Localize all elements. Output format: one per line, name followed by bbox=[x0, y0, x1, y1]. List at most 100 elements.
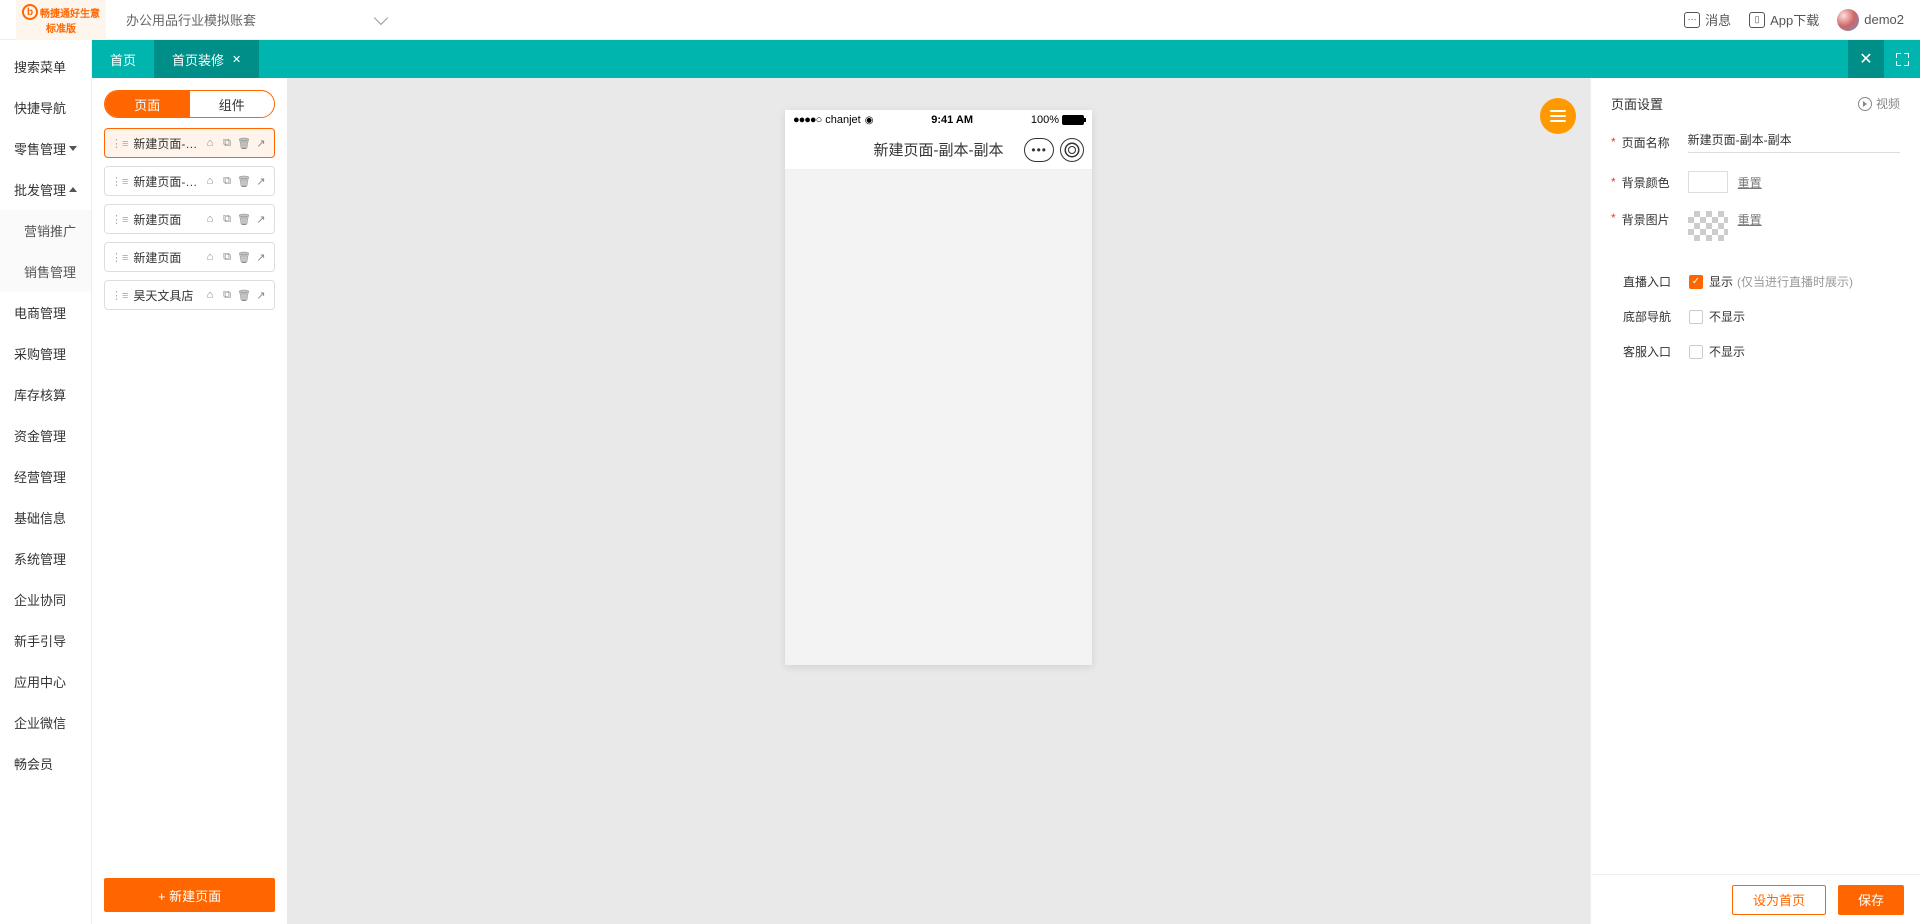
chevron-icon bbox=[69, 187, 77, 192]
new-page-button[interactable]: + 新建页面 bbox=[104, 878, 275, 912]
copy-icon[interactable]: ⧉ bbox=[220, 212, 234, 226]
seg-component[interactable]: 组件 bbox=[190, 91, 275, 117]
nav-item[interactable]: 库存核算 bbox=[0, 374, 91, 415]
delete-icon[interactable]: 🗑 bbox=[237, 250, 251, 264]
bg-color-reset[interactable]: 重置 bbox=[1738, 174, 1762, 191]
page-item[interactable]: ⋮≡ 新建页面-副本 ⌂⧉🗑↗ bbox=[104, 166, 275, 196]
phone-title: 新建页面-副本-副本 bbox=[874, 139, 1004, 160]
page-item[interactable]: ⋮≡新建页面-副本...⌂⧉🗑↗ bbox=[104, 128, 275, 158]
video-link[interactable]: 视频 bbox=[1858, 95, 1900, 112]
drag-icon: ⋮≡ bbox=[111, 213, 128, 226]
nav-item[interactable]: 企业协同 bbox=[0, 579, 91, 620]
delete-icon[interactable]: 🗑 bbox=[237, 288, 251, 302]
tab-bar: 首页 首页装修✕ ✕ bbox=[92, 40, 1920, 78]
set-home-button[interactable]: 设为首页 bbox=[1732, 885, 1826, 915]
brand-edition: 标准版 bbox=[46, 20, 76, 35]
wifi-icon: ◉ bbox=[865, 115, 874, 126]
fullscreen-button[interactable] bbox=[1884, 40, 1920, 78]
logo-icon: b bbox=[22, 4, 38, 20]
message-icon: ⋯ bbox=[1684, 12, 1700, 28]
open-icon[interactable]: ↗ bbox=[254, 174, 268, 188]
home-icon[interactable]: ⌂ bbox=[203, 174, 217, 188]
top-bar: b畅捷通好生意 标准版 办公用品行业模拟账套 ⋯消息 ▯App下载 demo2 bbox=[0, 0, 1920, 40]
app-download-link[interactable]: ▯App下载 bbox=[1749, 10, 1819, 29]
field-bg-color: * 背景颜色 重置 bbox=[1611, 171, 1900, 193]
delete-icon[interactable]: 🗑 bbox=[237, 136, 251, 150]
tab-decorate[interactable]: 首页装修✕ bbox=[154, 40, 259, 78]
open-icon[interactable]: ↗ bbox=[254, 250, 268, 264]
phone-header: 新建页面-副本-副本 ••• bbox=[785, 130, 1092, 170]
phone-icon: ▯ bbox=[1749, 12, 1765, 28]
page-label: 新建页面-副本 bbox=[133, 173, 198, 190]
phone-status-bar: ●●●●○chanjet◉ 9:41 AM 100% bbox=[785, 110, 1092, 130]
account-name: 办公用品行业模拟账套 bbox=[126, 10, 256, 29]
account-selector[interactable]: 办公用品行业模拟账套 bbox=[126, 10, 386, 29]
bg-image-picker[interactable] bbox=[1688, 211, 1728, 241]
page-name-input[interactable]: 新建页面-副本-副本 bbox=[1688, 131, 1900, 153]
nav-item[interactable]: 零售管理 bbox=[0, 128, 91, 169]
tab-home[interactable]: 首页 bbox=[92, 40, 154, 78]
drag-icon: ⋮≡ bbox=[111, 175, 128, 188]
copy-icon[interactable]: ⧉ bbox=[220, 136, 234, 150]
fullscreen-icon bbox=[1896, 53, 1909, 66]
user-menu[interactable]: demo2 bbox=[1837, 9, 1904, 31]
copy-icon[interactable]: ⧉ bbox=[220, 174, 234, 188]
nav-sub-item[interactable]: 营销推广 bbox=[0, 210, 91, 251]
home-icon[interactable]: ⌂ bbox=[203, 288, 217, 302]
cs-entry-checkbox[interactable] bbox=[1689, 345, 1703, 359]
page-item[interactable]: ⋮≡昊天文具店⌂⧉🗑↗ bbox=[104, 280, 275, 310]
nav-item[interactable]: 畅会员 bbox=[0, 743, 91, 784]
left-panel: 页面 组件 ⋮≡新建页面-副本...⌂⧉🗑↗⋮≡新建页面-副本⌂⧉🗑↗⋮≡新建页… bbox=[92, 78, 287, 924]
page-item[interactable]: ⋮≡新建页面⌂⧉🗑↗ bbox=[104, 204, 275, 234]
home-icon[interactable]: ⌂ bbox=[203, 136, 217, 150]
delete-icon[interactable]: 🗑 bbox=[237, 212, 251, 226]
nav-item[interactable]: 电商管理 bbox=[0, 292, 91, 333]
close-panel-button[interactable]: ✕ bbox=[1848, 40, 1884, 78]
right-panel: 页面设置 视频 * 页面名称 新建页面-副本-副本 * 背景颜色 重置 bbox=[1590, 78, 1920, 924]
segment-toggle: 页面 组件 bbox=[104, 90, 275, 118]
delete-icon[interactable]: 🗑 bbox=[237, 174, 251, 188]
battery-icon bbox=[1062, 115, 1084, 125]
home-icon[interactable]: ⌂ bbox=[203, 212, 217, 226]
page-label: 昊天文具店 bbox=[133, 287, 198, 304]
copy-icon[interactable]: ⧉ bbox=[220, 250, 234, 264]
nav-item[interactable]: 企业微信 bbox=[0, 702, 91, 743]
phone-target-button[interactable] bbox=[1060, 138, 1084, 162]
open-icon[interactable]: ↗ bbox=[254, 212, 268, 226]
avatar bbox=[1837, 9, 1859, 31]
page-item[interactable]: ⋮≡新建页面⌂⧉🗑↗ bbox=[104, 242, 275, 272]
nav-item[interactable]: 采购管理 bbox=[0, 333, 91, 374]
nav-item[interactable]: 批发管理 bbox=[0, 169, 91, 210]
nav-sub-item[interactable]: 销售管理 bbox=[0, 251, 91, 292]
live-entry-checkbox[interactable]: ✓ bbox=[1689, 275, 1703, 289]
nav-item[interactable]: 系统管理 bbox=[0, 538, 91, 579]
nav-item[interactable]: 经营管理 bbox=[0, 456, 91, 497]
play-icon bbox=[1858, 97, 1872, 111]
menu-fab[interactable] bbox=[1540, 98, 1576, 134]
phone-body[interactable] bbox=[785, 170, 1092, 665]
copy-icon[interactable]: ⧉ bbox=[220, 288, 234, 302]
nav-item[interactable]: 快捷导航 bbox=[0, 87, 91, 128]
nav-item[interactable]: 资金管理 bbox=[0, 415, 91, 456]
bottom-nav-checkbox[interactable] bbox=[1689, 310, 1703, 324]
target-icon bbox=[1068, 146, 1076, 154]
drag-icon: ⋮≡ bbox=[111, 251, 128, 264]
messages-link[interactable]: ⋯消息 bbox=[1684, 10, 1731, 29]
save-button[interactable]: 保存 bbox=[1838, 885, 1904, 915]
nav-item[interactable]: 应用中心 bbox=[0, 661, 91, 702]
open-icon[interactable]: ↗ bbox=[254, 288, 268, 302]
nav-item[interactable]: 基础信息 bbox=[0, 497, 91, 538]
phone-more-button[interactable]: ••• bbox=[1024, 138, 1054, 162]
open-icon[interactable]: ↗ bbox=[254, 136, 268, 150]
seg-page[interactable]: 页面 bbox=[105, 91, 190, 117]
tab-close-icon[interactable]: ✕ bbox=[232, 53, 241, 66]
brand-logo[interactable]: b畅捷通好生意 标准版 bbox=[16, 0, 106, 40]
phone-clock: 9:41 AM bbox=[873, 114, 1030, 126]
home-icon[interactable]: ⌂ bbox=[203, 250, 217, 264]
drag-icon: ⋮≡ bbox=[111, 137, 128, 150]
bg-image-reset[interactable]: 重置 bbox=[1738, 211, 1762, 228]
nav-item[interactable]: 搜索菜单 bbox=[0, 46, 91, 87]
panel-title: 页面设置 bbox=[1611, 94, 1663, 113]
bg-color-swatch[interactable] bbox=[1688, 171, 1728, 193]
nav-item[interactable]: 新手引导 bbox=[0, 620, 91, 661]
